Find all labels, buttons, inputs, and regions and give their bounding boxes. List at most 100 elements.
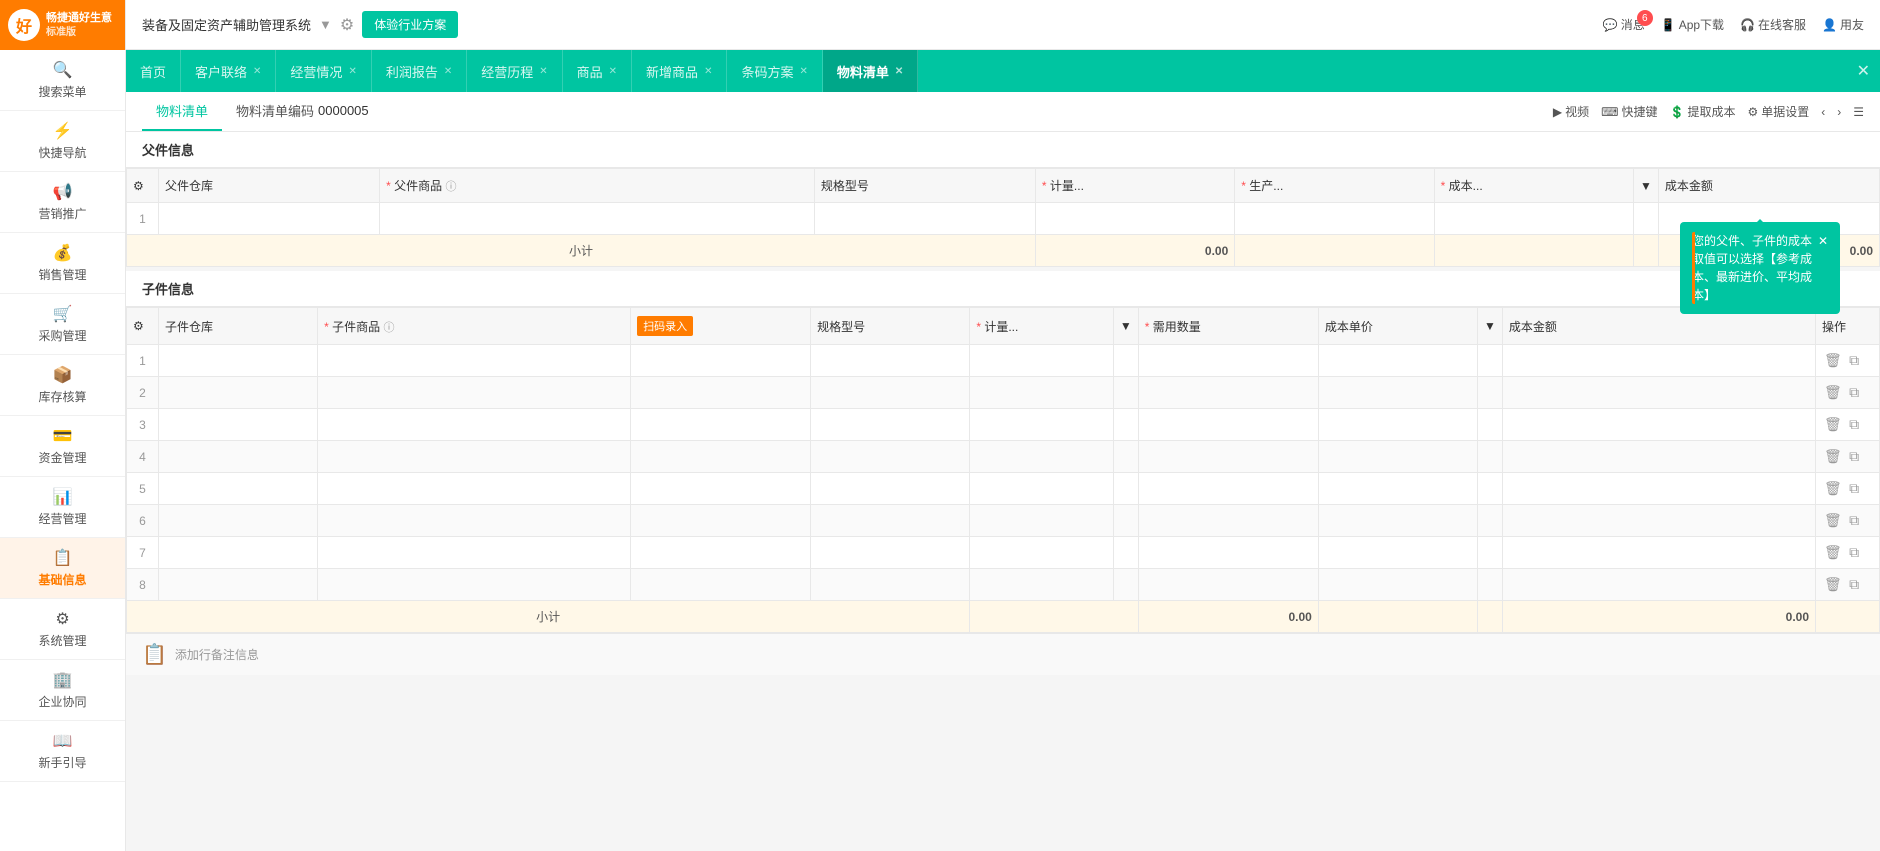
child-drop-1[interactable] — [1113, 345, 1138, 377]
child-amount-2[interactable] — [1502, 377, 1815, 409]
child-drop2-5[interactable] — [1478, 473, 1503, 505]
sidebar-item-quicknav[interactable]: ⚡ 快捷导航 — [0, 111, 125, 172]
delete-icon-3[interactable]: 🗑 — [1824, 416, 1842, 432]
parent-spec-cell[interactable] — [814, 203, 1035, 235]
child-col-scan[interactable]: 扫码录入 — [631, 308, 811, 345]
tab-barcode-close[interactable]: ✕ — [799, 66, 807, 77]
delete-icon-7[interactable]: 🗑 — [1824, 544, 1842, 560]
sidebar-item-search[interactable]: 🔍 搜索菜单 — [0, 50, 125, 111]
delete-icon-2[interactable]: 🗑 — [1824, 384, 1842, 400]
sidebar-item-guide[interactable]: 📖 新手引导 — [0, 721, 125, 782]
child-drop2-1[interactable] — [1478, 345, 1503, 377]
nav-prev-btn[interactable]: ‹ — [1821, 105, 1825, 119]
child-amount-7[interactable] — [1502, 537, 1815, 569]
tab-operation[interactable]: 经营情况 ✕ — [276, 50, 371, 92]
scan-btn[interactable]: 扫码录入 — [637, 316, 693, 336]
single-settings-btn[interactable]: ⚙ 单据设置 — [1747, 103, 1809, 120]
child-spec-1[interactable] — [811, 345, 970, 377]
child-qty-8[interactable] — [1138, 569, 1318, 601]
parent-warehouse-cell[interactable] — [159, 203, 380, 235]
child-col-dropdown2[interactable]: ▼ — [1478, 308, 1503, 345]
delete-icon-6[interactable]: 🗑 — [1824, 512, 1842, 528]
close-all-tabs[interactable]: ✕ — [1847, 61, 1880, 81]
delete-icon-8[interactable]: 🗑 — [1824, 576, 1842, 592]
child-drop2-7[interactable] — [1478, 537, 1503, 569]
sidebar-item-marketing[interactable]: 📢 营销推广 — [0, 172, 125, 233]
sidebar-item-basic-info[interactable]: 📋 基础信息 — [0, 538, 125, 599]
parent-col-settings[interactable]: ⚙ — [127, 169, 159, 203]
tab-new-goods[interactable]: 新增商品 ✕ — [632, 50, 727, 92]
child-scan-3[interactable] — [631, 409, 811, 441]
dropdown-arrow[interactable]: ▼ — [319, 17, 332, 32]
tab-barcode[interactable]: 条码方案 ✕ — [727, 50, 822, 92]
child-goods-1[interactable] — [318, 345, 631, 377]
child-qty-2[interactable] — [1138, 377, 1318, 409]
sidebar-item-sales[interactable]: 💰 销售管理 — [0, 233, 125, 294]
menu-btn[interactable]: ☰ — [1853, 105, 1864, 119]
child-unit-2[interactable] — [970, 377, 1114, 409]
parent-dropdown-cell[interactable] — [1634, 203, 1659, 235]
child-spec-7[interactable] — [811, 537, 970, 569]
child-unit-7[interactable] — [970, 537, 1114, 569]
tab-customer-close[interactable]: ✕ — [253, 66, 261, 77]
sub-tab-bom-list[interactable]: 物料清单 — [142, 92, 222, 131]
online-service-btn[interactable]: 🎧 在线客服 — [1740, 16, 1806, 33]
app-download-btn[interactable]: 📱 App下载 — [1661, 16, 1724, 33]
child-drop-6[interactable] — [1113, 505, 1138, 537]
child-amount-8[interactable] — [1502, 569, 1815, 601]
child-scan-2[interactable] — [631, 377, 811, 409]
child-qty-4[interactable] — [1138, 441, 1318, 473]
child-qty-6[interactable] — [1138, 505, 1318, 537]
child-drop-2[interactable] — [1113, 377, 1138, 409]
child-unit-8[interactable] — [970, 569, 1114, 601]
child-unit-4[interactable] — [970, 441, 1114, 473]
sidebar-item-system[interactable]: ⚙ 系统管理 — [0, 599, 125, 660]
parent-goods-cell[interactable] — [380, 203, 815, 235]
message-btn[interactable]: 💬 消息 6 — [1603, 16, 1645, 33]
sidebar-item-enterprise[interactable]: 🏢 企业协同 — [0, 660, 125, 721]
tab-new-goods-close[interactable]: ✕ — [704, 66, 712, 77]
copy-icon-3[interactable]: ⧉ — [1849, 416, 1859, 432]
nav-next-btn[interactable]: › — [1837, 105, 1841, 119]
child-goods-6[interactable] — [318, 505, 631, 537]
tab-history-close[interactable]: ✕ — [539, 66, 547, 77]
child-unitcost-2[interactable] — [1318, 377, 1477, 409]
tab-goods[interactable]: 商品 ✕ — [563, 50, 632, 92]
child-unitcost-3[interactable] — [1318, 409, 1477, 441]
child-wh-8[interactable] — [159, 569, 318, 601]
child-amount-3[interactable] — [1502, 409, 1815, 441]
child-spec-2[interactable] — [811, 377, 970, 409]
child-unitcost-7[interactable] — [1318, 537, 1477, 569]
sidebar-item-operation[interactable]: 📊 经营管理 — [0, 477, 125, 538]
sidebar-item-inventory[interactable]: 📦 库存核算 — [0, 355, 125, 416]
child-unitcost-6[interactable] — [1318, 505, 1477, 537]
child-unitcost-8[interactable] — [1318, 569, 1477, 601]
delete-icon-1[interactable]: 🗑 — [1824, 352, 1842, 368]
parent-production-cell[interactable] — [1235, 203, 1434, 235]
trial-btn[interactable]: 体验行业方案 — [362, 11, 458, 38]
child-qty-7[interactable] — [1138, 537, 1318, 569]
child-amount-1[interactable] — [1502, 345, 1815, 377]
child-unitcost-4[interactable] — [1318, 441, 1477, 473]
child-scan-5[interactable] — [631, 473, 811, 505]
child-drop-7[interactable] — [1113, 537, 1138, 569]
copy-icon-2[interactable]: ⧉ — [1849, 384, 1859, 400]
extract-cost-btn[interactable]: 💲 提取成本 — [1669, 103, 1735, 120]
child-drop2-3[interactable] — [1478, 409, 1503, 441]
child-wh-4[interactable] — [159, 441, 318, 473]
child-scan-1[interactable] — [631, 345, 811, 377]
tooltip-close[interactable]: ✕ — [1818, 232, 1828, 250]
settings-icon[interactable]: ⚙ — [340, 15, 354, 35]
child-unit-3[interactable] — [970, 409, 1114, 441]
parent-col-dropdown[interactable]: ▼ — [1634, 169, 1659, 203]
child-wh-5[interactable] — [159, 473, 318, 505]
child-scan-4[interactable] — [631, 441, 811, 473]
copy-icon-1[interactable]: ⧉ — [1849, 352, 1859, 368]
sidebar-item-purchase[interactable]: 🛒 采购管理 — [0, 294, 125, 355]
child-unit-5[interactable] — [970, 473, 1114, 505]
child-spec-3[interactable] — [811, 409, 970, 441]
child-drop-4[interactable] — [1113, 441, 1138, 473]
child-wh-3[interactable] — [159, 409, 318, 441]
child-unitcost-1[interactable] — [1318, 345, 1477, 377]
parent-unit-cell[interactable] — [1035, 203, 1234, 235]
